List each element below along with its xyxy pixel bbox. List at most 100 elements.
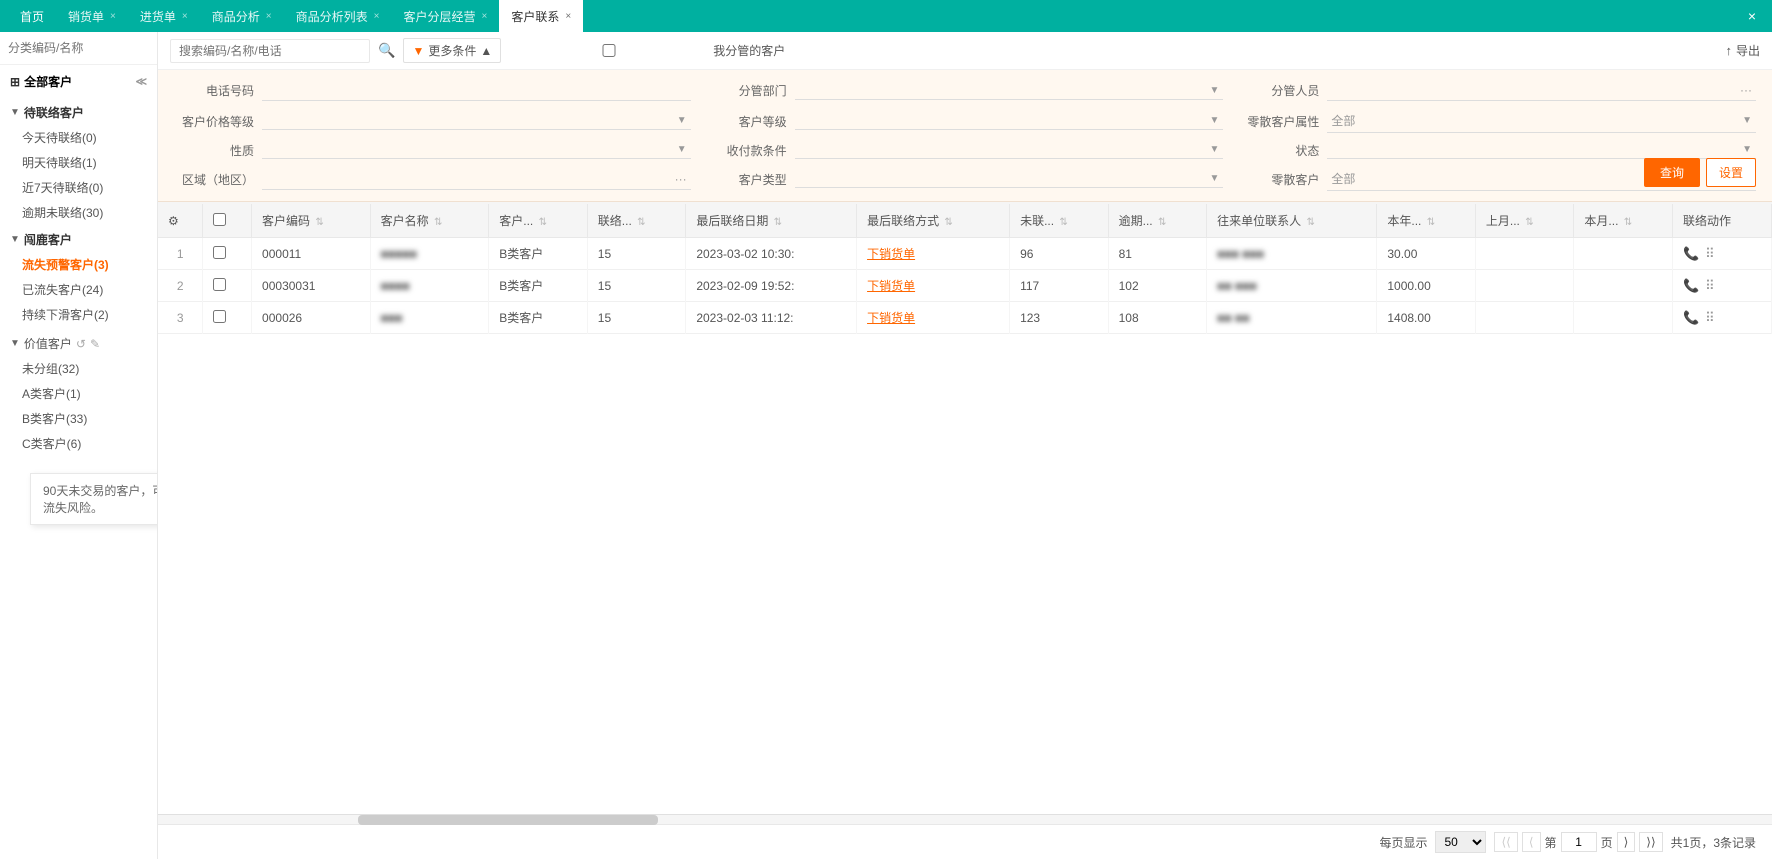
sidebar-item-tomorrow[interactable]: 明天待联络(1)	[0, 150, 157, 175]
row-last-method-2[interactable]: 下销货单	[857, 270, 1010, 302]
search-input[interactable]	[170, 39, 370, 63]
sidebar-item-churn-warning[interactable]: 流失预警客户(3)	[0, 252, 157, 277]
sidebar-collapse-btn[interactable]: ≪	[135, 75, 147, 88]
dept-select[interactable]: ▼	[795, 82, 1224, 100]
row-checkbox-1[interactable]	[203, 238, 252, 270]
home-tab[interactable]: 首页	[8, 0, 56, 32]
customer-level-select[interactable]: ▼	[795, 112, 1224, 130]
col-contact2[interactable]: 往来单位联系人 ⇅	[1207, 204, 1377, 238]
nature-select[interactable]: ▼	[262, 141, 691, 159]
tab-customer-layer-close[interactable]: ×	[481, 11, 487, 22]
filter-row-3: 性质 ▼ 收付款条件 ▼ 状态	[174, 141, 1756, 159]
horizontal-scrollbar[interactable]	[158, 814, 1772, 824]
sidebar-all-customers[interactable]: ⊞ 全部客户 ≪	[0, 65, 157, 98]
zero-attr-select[interactable]: 全部 ▼	[1327, 109, 1756, 133]
sidebar-item-7days[interactable]: 近7天待联络(0)	[0, 175, 157, 200]
col-type[interactable]: 客户... ⇅	[489, 204, 588, 238]
status-select[interactable]: ▼	[1327, 141, 1756, 159]
row-contact-1: 15	[587, 238, 686, 270]
row-last-method-3[interactable]: 下销货单	[857, 302, 1010, 334]
tab-customer-contact[interactable]: 客户联系 ×	[499, 0, 583, 32]
region-dots[interactable]: ···	[675, 172, 687, 186]
sidebar-item-today[interactable]: 今天待联络(0)	[0, 125, 157, 150]
settings-button[interactable]: 设置	[1706, 158, 1756, 187]
page-input[interactable]	[1561, 832, 1597, 852]
col-last-month[interactable]: 上月... ⇅	[1475, 204, 1574, 238]
tab-purchase[interactable]: 进货单 ×	[128, 0, 200, 32]
person-dots[interactable]: ···	[1740, 83, 1752, 97]
sidebar-group-churn[interactable]: ▼ 闯鹿客户	[0, 225, 157, 252]
query-button[interactable]: 查询	[1644, 158, 1700, 187]
refresh-icon[interactable]: ↺	[76, 337, 86, 351]
action-phone-2[interactable]: 📞	[1683, 278, 1699, 294]
col-code[interactable]: 客户编码 ⇅	[252, 204, 371, 238]
more-conditions-btn[interactable]: ▼ 更多条件 ▲	[403, 38, 501, 63]
next-page-btn[interactable]: ⟩	[1617, 832, 1636, 852]
tab-customer-layer[interactable]: 客户分层经营 ×	[391, 0, 499, 32]
my-customers-checkbox[interactable]	[509, 44, 709, 57]
prev-page-btn[interactable]: ⟨	[1522, 832, 1541, 852]
tab-analysis[interactable]: 商品分析 ×	[200, 0, 284, 32]
row-last-month-2	[1475, 270, 1574, 302]
export-btn[interactable]: ↑ 导出	[1725, 42, 1760, 59]
phone-input[interactable]	[262, 80, 691, 101]
col-last-method[interactable]: 最后联络方式 ⇅	[857, 204, 1010, 238]
col-overdue[interactable]: 逾期... ⇅	[1108, 204, 1207, 238]
tab-purchase-close[interactable]: ×	[182, 11, 188, 22]
scrollbar-thumb[interactable]	[358, 815, 658, 825]
first-page-btn[interactable]: ⟨⟨	[1494, 832, 1517, 852]
action-more-2[interactable]: ⠿	[1705, 278, 1715, 294]
action-phone-1[interactable]: 📞	[1683, 246, 1699, 262]
col-settings[interactable]: ⚙	[158, 204, 203, 238]
row-checkbox-3[interactable]	[203, 302, 252, 334]
sidebar-item-class-c[interactable]: C类客户(6)	[0, 431, 157, 456]
col-name[interactable]: 客户名称 ⇅	[370, 204, 489, 238]
col-this-month[interactable]: 本月... ⇅	[1574, 204, 1673, 238]
sidebar-group-value[interactable]: ▼ 价值客户 ↺ ✎	[0, 331, 157, 356]
sidebar-item-class-a[interactable]: A类客户(1)	[0, 381, 157, 406]
per-page-select[interactable]: 50 20 100	[1435, 831, 1486, 853]
search-button[interactable]: 🔍	[378, 42, 395, 59]
tab-analysis-list-close[interactable]: ×	[374, 11, 380, 22]
payment-select[interactable]: ▼	[795, 141, 1224, 159]
col-last-date[interactable]: 最后联络日期 ⇅	[686, 204, 857, 238]
filter-icon: ▼	[412, 44, 424, 58]
filter-status: 状态 ▼	[1239, 141, 1756, 159]
close-window-btn[interactable]: ×	[1740, 8, 1764, 24]
customer-type-select[interactable]: ▼	[795, 170, 1224, 188]
tab-analysis-close[interactable]: ×	[266, 11, 272, 22]
action-icons-1: 📞 ⠿	[1683, 246, 1761, 262]
tab-customer-contact-close[interactable]: ×	[565, 11, 571, 22]
tab-sales[interactable]: 销货单 ×	[56, 0, 128, 32]
sidebar-search-input[interactable]	[8, 41, 158, 55]
price-level-select[interactable]: ▼	[262, 112, 691, 130]
col-unlink[interactable]: 未联... ⇅	[1010, 204, 1109, 238]
sidebar-item-declining[interactable]: 持续下滑客户(2)	[0, 302, 157, 327]
row-name-1: ■■■■■	[370, 238, 489, 270]
page-nav: ⟨⟨ ⟨ 第 页 ⟩ ⟩⟩	[1494, 832, 1662, 852]
row-checkbox-2[interactable]	[203, 270, 252, 302]
col-checkbox[interactable]	[203, 204, 252, 238]
tab-sales-close[interactable]: ×	[110, 11, 116, 22]
action-more-3[interactable]: ⠿	[1705, 310, 1715, 326]
row-this-month-2	[1574, 270, 1673, 302]
tab-analysis-list[interactable]: 商品分析列表 ×	[284, 0, 392, 32]
sidebar-item-ungrouped[interactable]: 未分组(32)	[0, 356, 157, 381]
last-page-btn[interactable]: ⟩⟩	[1639, 832, 1662, 852]
sidebar-item-class-b[interactable]: B类客户(33)	[0, 406, 157, 431]
action-more-1[interactable]: ⠿	[1705, 246, 1715, 262]
col-this-year[interactable]: 本年... ⇅	[1377, 204, 1476, 238]
sidebar-item-churned[interactable]: 已流失客户(24)	[0, 277, 157, 302]
sidebar-group-pending[interactable]: ▼ 待联络客户	[0, 98, 157, 125]
row-last-method-1[interactable]: 下销货单	[857, 238, 1010, 270]
zero-attr-arrow: ▼	[1742, 115, 1752, 126]
edit-icon[interactable]: ✎	[90, 337, 100, 351]
col-contact[interactable]: 联络... ⇅	[587, 204, 686, 238]
sidebar-item-overdue[interactable]: 逾期未联络(30)	[0, 200, 157, 225]
person-select[interactable]: ···	[1327, 80, 1756, 101]
region-select[interactable]: ···	[262, 169, 691, 190]
action-phone-3[interactable]: 📞	[1683, 310, 1699, 326]
select-all-checkbox[interactable]	[213, 213, 226, 226]
dept-arrow: ▼	[1209, 85, 1219, 96]
nature-arrow: ▼	[677, 144, 687, 155]
